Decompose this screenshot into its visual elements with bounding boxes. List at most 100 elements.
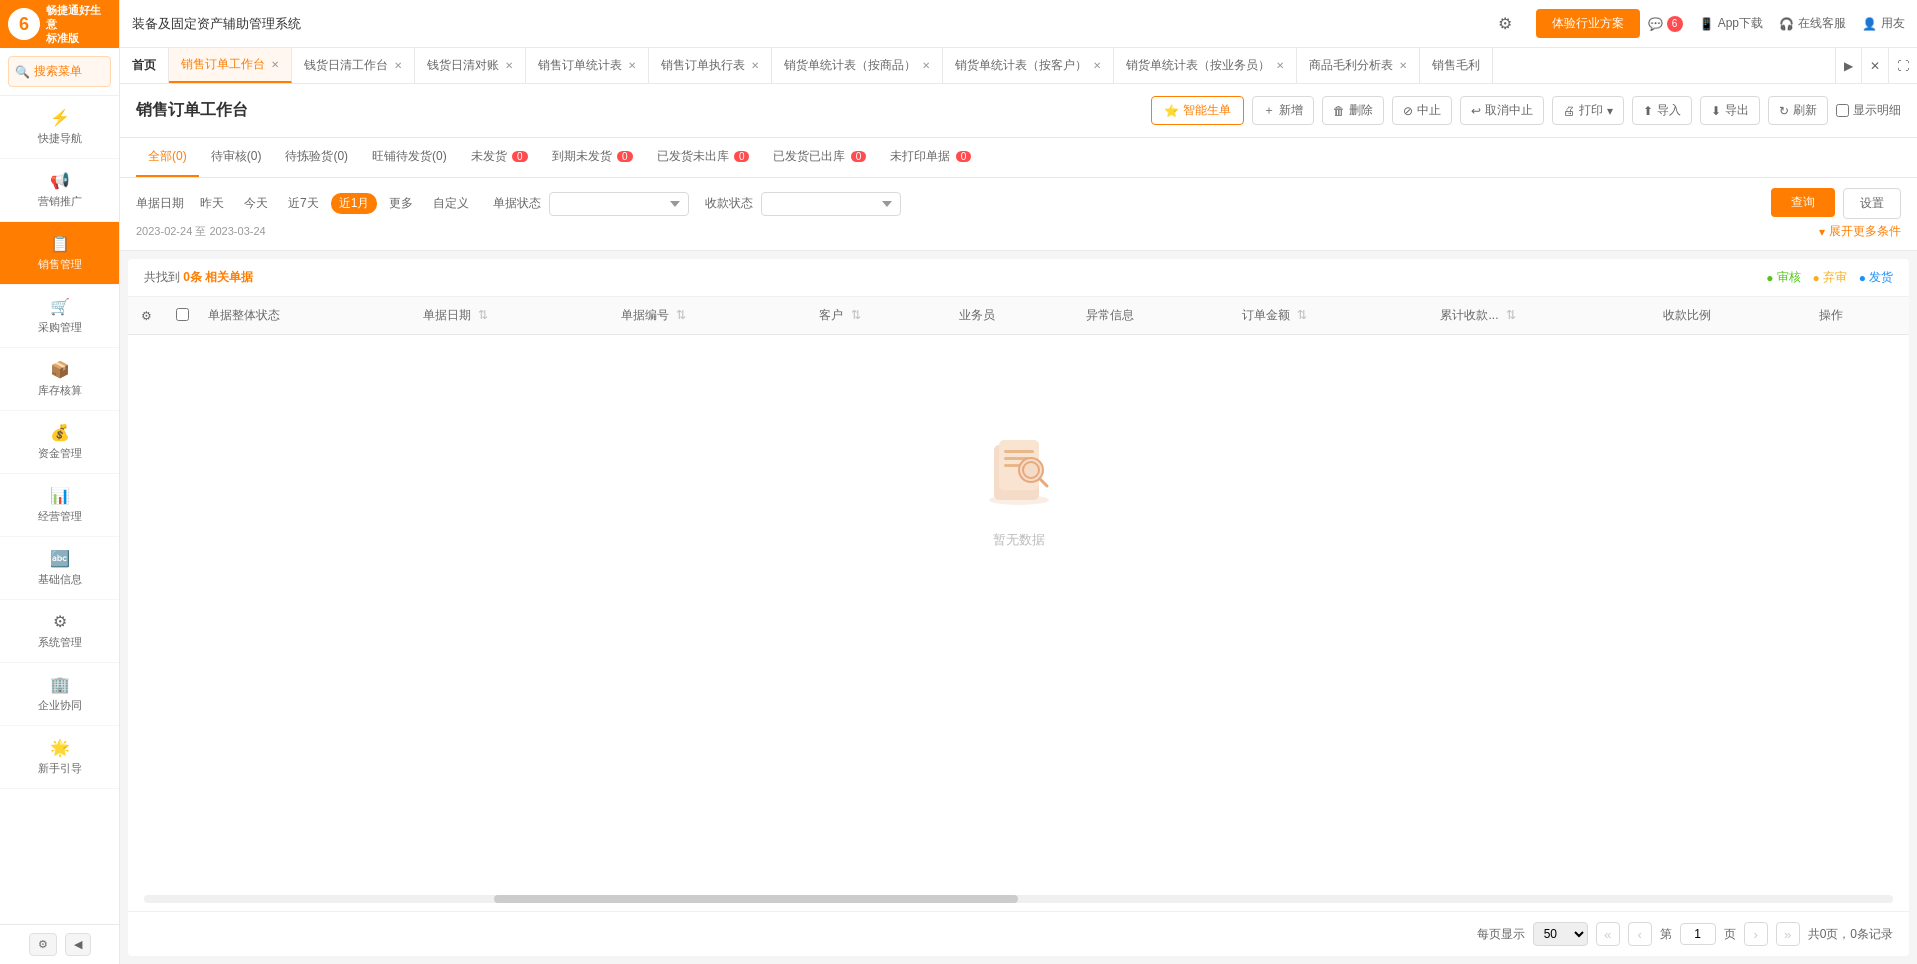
per-page-select[interactable]: 50 100 200 — [1533, 922, 1588, 946]
export-button[interactable]: ⬇ 导出 — [1700, 96, 1760, 125]
tab-close-cash-reconcile[interactable]: ✕ — [505, 60, 513, 71]
horizontal-scrollbar-thumb[interactable] — [494, 895, 1019, 903]
date-opt-custom[interactable]: 自定义 — [425, 193, 477, 214]
tab-scroll-right[interactable]: ▶ — [1835, 48, 1861, 84]
quick-deliver-button[interactable]: ● 发货 — [1859, 269, 1893, 286]
sub-tab-not-printed[interactable]: 未打印单据 0 — [878, 138, 983, 177]
status-select[interactable] — [549, 192, 689, 216]
refresh-button[interactable]: ↻ 刷新 — [1768, 96, 1828, 125]
cancel-stop-button[interactable]: ↩ 取消中止 — [1460, 96, 1544, 125]
tab-sales-customer[interactable]: 销货单统计表（按客户） ✕ — [943, 48, 1114, 83]
payment-select[interactable] — [761, 192, 901, 216]
sort-customer-icon: ⇅ — [851, 308, 861, 322]
app-download-action[interactable]: 📱 App下载 — [1699, 15, 1763, 32]
quick-audit-button[interactable]: ● 审核 — [1766, 269, 1800, 286]
query-button[interactable]: 查询 — [1771, 188, 1835, 217]
prev-page-button[interactable]: ‹ — [1628, 922, 1652, 946]
tab-close-sales-staff[interactable]: ✕ — [1276, 60, 1284, 71]
tab-cash-reconcile[interactable]: 钱货日清对账 ✕ — [415, 48, 526, 83]
sidebar-item-quicknav[interactable]: ⚡ 快捷导航 — [0, 96, 119, 159]
audit-dot-icon: ● — [1766, 271, 1773, 285]
sub-tab-all[interactable]: 全部(0) — [136, 138, 199, 177]
tab-product-margin[interactable]: 商品毛利分析表 ✕ — [1297, 48, 1420, 83]
message-action[interactable]: 💬 6 — [1648, 16, 1683, 32]
horizontal-scrollbar-track[interactable] — [144, 895, 1893, 903]
th-number[interactable]: 单据编号 ⇅ — [613, 297, 811, 335]
tab-sales-product[interactable]: 销货单统计表（按商品） ✕ — [772, 48, 943, 83]
sidebar-item-enterprise[interactable]: 🏢 企业协同 — [0, 663, 119, 726]
date-opt-7days[interactable]: 近7天 — [280, 193, 327, 214]
expand-filter-button[interactable]: ▾ 展开更多条件 — [1819, 223, 1901, 240]
sidebar-item-sales[interactable]: 📋 销售管理 — [0, 222, 119, 285]
tab-close-all[interactable]: ✕ — [1861, 48, 1888, 84]
show-detail-checkbox-label[interactable]: 显示明细 — [1836, 102, 1901, 119]
tab-close-sales-product[interactable]: ✕ — [922, 60, 930, 71]
add-button[interactable]: ＋ 新增 — [1252, 96, 1314, 125]
sub-tab-wangpu[interactable]: 旺铺待发货(0) — [360, 138, 459, 177]
print-button[interactable]: 🖨 打印 ▾ — [1552, 96, 1624, 125]
tab-close-sales-customer[interactable]: ✕ — [1093, 60, 1101, 71]
sub-tab-not-delivered[interactable]: 未发货 0 — [459, 138, 540, 177]
tab-sales-stat[interactable]: 销售订单统计表 ✕ — [526, 48, 649, 83]
online-service-action[interactable]: 🎧 在线客服 — [1779, 15, 1846, 32]
quick-unaudit-button[interactable]: ● 弃审 — [1813, 269, 1847, 286]
import-button[interactable]: ⬆ 导入 — [1632, 96, 1692, 125]
tab-maximize[interactable]: ⛶ — [1888, 48, 1917, 84]
sidebar-item-marketing[interactable]: 📢 营销推广 — [0, 159, 119, 222]
set-button[interactable]: 设置 — [1843, 188, 1901, 219]
header-gear-icon[interactable]: ⚙ — [1498, 14, 1512, 33]
app-name: 畅捷通好生意 标准版 — [46, 3, 111, 46]
smart-create-button[interactable]: ⭐ 智能生单 — [1151, 96, 1244, 125]
page-number-input[interactable] — [1680, 923, 1716, 945]
tab-money-clear[interactable]: 钱货日清工作台 ✕ — [292, 48, 415, 83]
sidebar-item-system[interactable]: ⚙ 系统管理 — [0, 600, 119, 663]
sidebar-item-inventory[interactable]: 📦 库存核算 — [0, 348, 119, 411]
user-action[interactable]: 👤 用友 — [1862, 15, 1905, 32]
th-amount[interactable]: 订单金额 ⇅ — [1234, 297, 1432, 335]
tab-close-product-margin[interactable]: ✕ — [1399, 60, 1407, 71]
th-received[interactable]: 累计收款... ⇅ — [1432, 297, 1655, 335]
orders-table: ⚙ 单据整体状态 单据日期 ⇅ 单据编号 ⇅ — [128, 297, 1909, 629]
sidebar-item-newbie[interactable]: 🌟 新手引导 — [0, 726, 119, 789]
sidebar-item-finance[interactable]: 💰 资金管理 — [0, 411, 119, 474]
show-detail-checkbox[interactable] — [1836, 104, 1849, 117]
sidebar-item-purchase[interactable]: 🛒 采购管理 — [0, 285, 119, 348]
first-page-button[interactable]: « — [1596, 922, 1620, 946]
th-checkbox[interactable] — [164, 297, 200, 335]
sub-tab-delivered-out[interactable]: 已发货已出库 0 — [761, 138, 878, 177]
sub-tab-delivered-no-out[interactable]: 已发货未出库 0 — [645, 138, 762, 177]
search-menu-button[interactable]: 🔍 搜索菜单 — [8, 56, 111, 87]
last-page-button[interactable]: » — [1776, 922, 1800, 946]
tab-close-sales-stat[interactable]: ✕ — [628, 60, 636, 71]
table-body: 暂无数据 — [128, 335, 1909, 630]
industry-solution-button[interactable]: 体验行业方案 — [1536, 9, 1640, 38]
select-all-checkbox[interactable] — [176, 308, 189, 321]
tab-sales-exec[interactable]: 销售订单执行表 ✕ — [649, 48, 772, 83]
collapse-button[interactable]: ◀ — [65, 933, 91, 956]
tab-sales-staff[interactable]: 销货单统计表（按业务员） ✕ — [1114, 48, 1297, 83]
tab-close-sales-order[interactable]: ✕ — [271, 59, 279, 70]
settings-button[interactable]: ⚙ — [29, 933, 57, 956]
th-settings[interactable]: ⚙ — [128, 297, 164, 335]
sidebar-item-basic[interactable]: 🔤 基础信息 — [0, 537, 119, 600]
th-customer[interactable]: 客户 ⇅ — [811, 297, 951, 335]
sidebar-item-operations[interactable]: 📊 经营管理 — [0, 474, 119, 537]
stop-button[interactable]: ⊘ 中止 — [1392, 96, 1452, 125]
delivered-no-out-badge: 0 — [734, 151, 750, 162]
svg-line-8 — [1040, 479, 1047, 486]
sub-tab-overdue[interactable]: 到期未发货 0 — [540, 138, 645, 177]
date-opt-today[interactable]: 今天 — [236, 193, 276, 214]
date-opt-1month[interactable]: 近1月 — [331, 193, 378, 214]
tab-close-sales-exec[interactable]: ✕ — [751, 60, 759, 71]
delete-button[interactable]: 🗑 删除 — [1322, 96, 1384, 125]
date-opt-yesterday[interactable]: 昨天 — [192, 193, 232, 214]
th-date[interactable]: 单据日期 ⇅ — [415, 297, 613, 335]
tab-close-money-clear[interactable]: ✕ — [394, 60, 402, 71]
date-opt-more[interactable]: 更多 — [381, 193, 421, 214]
sub-tab-pending-check[interactable]: 待拣验货(0) — [273, 138, 360, 177]
sub-tab-pending[interactable]: 待审核(0) — [199, 138, 274, 177]
tab-home[interactable]: 首页 — [120, 48, 169, 83]
next-page-button[interactable]: › — [1744, 922, 1768, 946]
tab-sales-order[interactable]: 销售订单工作台 ✕ — [169, 48, 292, 83]
tab-sales-more[interactable]: 销售毛利 — [1420, 48, 1493, 83]
